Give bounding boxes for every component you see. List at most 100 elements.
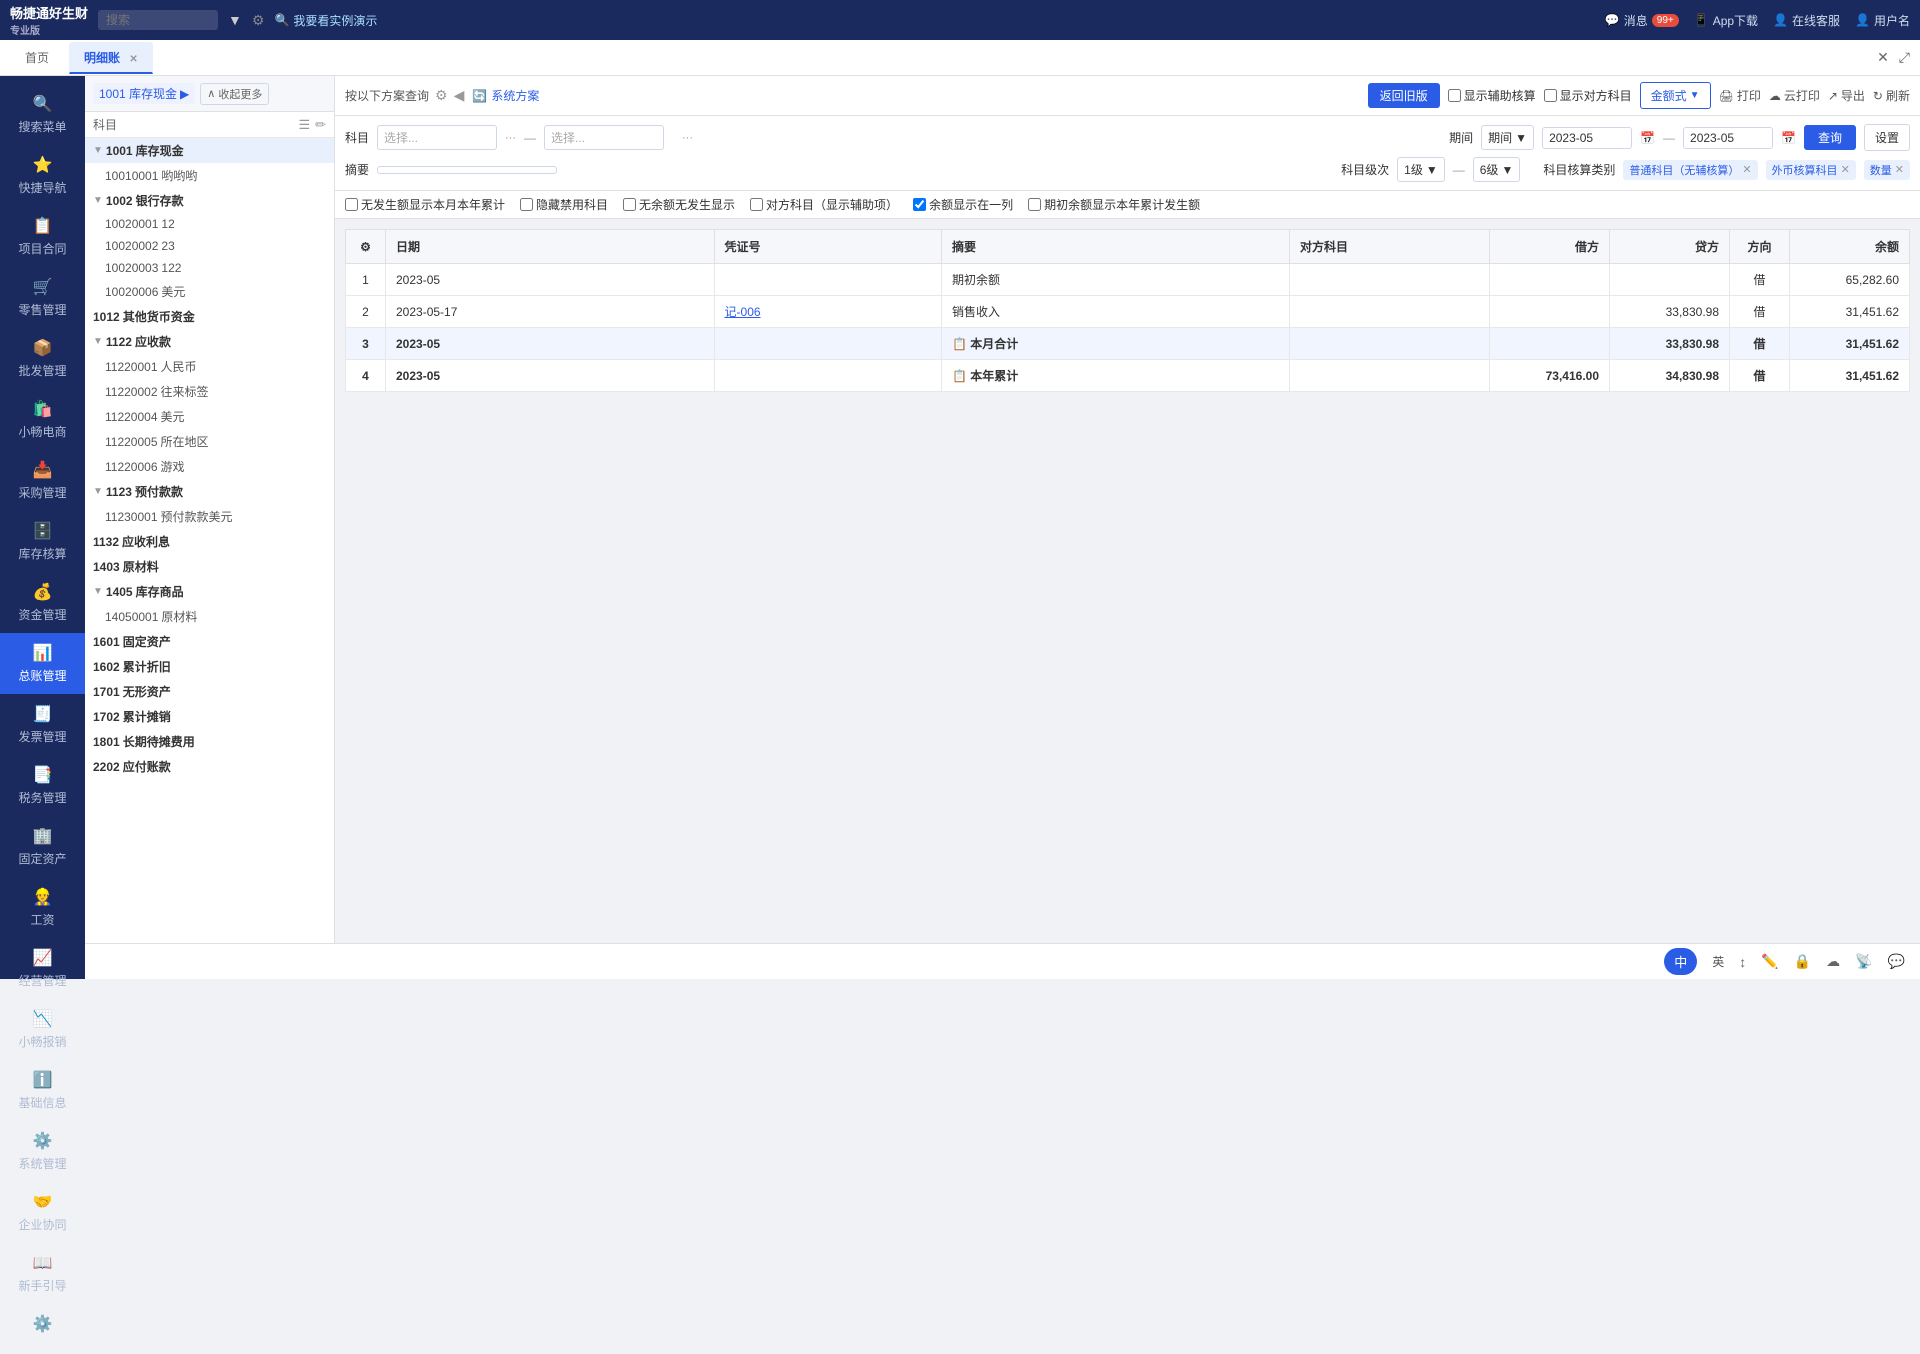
tree-item-10020006[interactable]: 10020006 美元	[85, 279, 334, 304]
sidebar-item-wholesale[interactable]: 📦 批发管理	[0, 328, 85, 389]
tree-item-10020002[interactable]: 10020002 23	[85, 235, 334, 257]
sidebar-item-search[interactable]: 🔍 搜索菜单	[0, 84, 85, 145]
check-no-balance2[interactable]: 无余额无发生显示	[623, 196, 735, 213]
check-balance-col[interactable]: 余额显示在一列	[913, 196, 1013, 213]
tree-list-icon[interactable]: ☰	[298, 117, 310, 133]
export-btn[interactable]: ↗ 导出	[1828, 87, 1865, 104]
zhaiyao-input[interactable]	[377, 166, 557, 174]
kmjici-end-select[interactable]: 6级 ▼	[1473, 157, 1521, 182]
window-close-btn[interactable]: ✕	[1877, 49, 1889, 66]
demo-link[interactable]: 🔍 我要看实例演示	[274, 12, 377, 29]
sidebar-item-collab[interactable]: 🤝 企业协同	[0, 1182, 85, 1243]
tree-item-11220001[interactable]: 11220001 人民币	[85, 354, 334, 379]
tree-item-10010001[interactable]: 10010001 哟哟哟	[85, 163, 334, 188]
kmjici-start-select[interactable]: 1级 ▼	[1397, 157, 1445, 182]
tag-remove-icon[interactable]: ✕	[1742, 163, 1751, 176]
refresh-btn[interactable]: ↻ 刷新	[1873, 87, 1910, 104]
tree-item-1403[interactable]: 1403 原材料	[85, 554, 334, 579]
more-btn[interactable]: ∧ 收起更多	[200, 83, 269, 105]
settings-icon[interactable]: ⚙	[435, 87, 448, 104]
en-label[interactable]: 英	[1712, 953, 1724, 970]
bottom-icon-3[interactable]: 🔒	[1794, 953, 1811, 970]
tree-item-11220006[interactable]: 11220006 游戏	[85, 454, 334, 479]
tree-item-1012[interactable]: 1012 其他货币资金	[85, 304, 334, 329]
tree-item-10020001[interactable]: 10020001 12	[85, 213, 334, 235]
period-calendar-icon[interactable]: 📅	[1640, 131, 1655, 145]
tree-item-2202[interactable]: 2202 应付账款	[85, 754, 334, 779]
tab-home[interactable]: 首页	[10, 42, 64, 73]
kemu-input-start[interactable]: 选择...	[377, 125, 497, 150]
check-no-balance[interactable]: 无发生额显示本月本年累计	[345, 196, 505, 213]
period-start-input[interactable]: 2023-05	[1542, 127, 1632, 149]
bottom-icon-2[interactable]: ✏️	[1761, 953, 1778, 970]
global-search-input[interactable]	[98, 10, 218, 30]
sidebar-item-salary[interactable]: 👷 工资	[0, 877, 85, 938]
sidebar-item-basic[interactable]: ℹ️ 基础信息	[0, 1060, 85, 1121]
sidebar-item-project[interactable]: 📋 项目合同	[0, 206, 85, 267]
sidebar-item-quicknav[interactable]: ⭐ 快捷导航	[0, 145, 85, 206]
tree-item-11220002[interactable]: 11220002 往来标签	[85, 379, 334, 404]
tree-item-1123[interactable]: ▼ 1123 预付款款	[85, 479, 334, 504]
tree-item-14050001[interactable]: 14050001 原材料	[85, 604, 334, 629]
tree-item-1701[interactable]: 1701 无形资产	[85, 679, 334, 704]
tree-edit-icon[interactable]: ✏	[315, 117, 326, 133]
tree-item-1405[interactable]: ▼ 1405 库存商品	[85, 579, 334, 604]
bottom-icon-5[interactable]: 📡	[1855, 953, 1872, 970]
app-download-btn[interactable]: 📱 App下载	[1694, 12, 1758, 29]
tree-item-10020003[interactable]: 10020003 122	[85, 257, 334, 279]
sidebar-item-guide[interactable]: 📖 新手引导	[0, 1243, 85, 1304]
tag-remove-icon3[interactable]: ✕	[1895, 163, 1904, 176]
tree-item-1002[interactable]: ▼ 1002 银行存款	[85, 188, 334, 213]
back-to-old-btn[interactable]: 返回旧版	[1368, 83, 1440, 108]
cloud-print-btn[interactable]: ☁ 云打印	[1769, 87, 1820, 104]
sidebar-item-invoice[interactable]: 🧾 发票管理	[0, 694, 85, 755]
cn-en-switcher[interactable]: 中	[1664, 948, 1697, 975]
tree-item-11230001[interactable]: 11230001 预付款款美元	[85, 504, 334, 529]
tab-close-icon[interactable]: ✕	[129, 54, 137, 65]
sidebar-item-expense[interactable]: 📉 小畅报销	[0, 999, 85, 1060]
sidebar-item-funds[interactable]: 💰 资金管理	[0, 572, 85, 633]
tree-item-11220005[interactable]: 11220005 所在地区	[85, 429, 334, 454]
sidebar-item-operations[interactable]: 📈 经营管理	[0, 938, 85, 999]
online-service-btn[interactable]: 👤 在线客服	[1773, 12, 1840, 29]
check-contra[interactable]: 对方科目（显示辅助项）	[750, 196, 898, 213]
tree-item-1801[interactable]: 1801 长期待摊费用	[85, 729, 334, 754]
sidebar-item-tax[interactable]: 📑 税务管理	[0, 755, 85, 816]
print-btn[interactable]: 🖨 打印	[1719, 87, 1761, 104]
bottom-icon-6[interactable]: 💬	[1888, 953, 1905, 970]
tree-item-1132[interactable]: 1132 应收利息	[85, 529, 334, 554]
sidebar-item-ledger[interactable]: 📊 总账管理	[0, 633, 85, 694]
account-tag[interactable]: 1001 库存现金 ▶	[93, 83, 195, 104]
sidebar-item-system[interactable]: ⚙️ 系统管理	[0, 1121, 85, 1182]
check-opening[interactable]: 期初余额显示本年累计发生额	[1028, 196, 1200, 213]
bottom-icon-1[interactable]: ↕	[1739, 954, 1746, 970]
message-btn[interactable]: 💬 消息 99+	[1605, 12, 1679, 29]
check-hide-disabled[interactable]: 隐藏禁用科目	[520, 196, 608, 213]
kemu-input-end[interactable]: 选择...	[544, 125, 664, 150]
system-scheme-btn[interactable]: 系统方案	[491, 87, 539, 104]
sidebar-item-assets[interactable]: 🏢 固定资产	[0, 816, 85, 877]
voucher-link[interactable]: 记-006	[725, 305, 761, 319]
period-type-select[interactable]: 期间 ▼	[1481, 125, 1534, 150]
tree-item-11220004[interactable]: 11220004 美元	[85, 404, 334, 429]
show-contra-check[interactable]: 显示对方科目	[1544, 87, 1632, 104]
settings-page-btn[interactable]: 设置	[1864, 124, 1910, 151]
period-end-input[interactable]: 2023-05	[1683, 127, 1773, 149]
sidebar-item-ecommerce[interactable]: 🛍️ 小畅电商	[0, 389, 85, 450]
query-btn[interactable]: 查询	[1804, 125, 1856, 150]
tab-detail[interactable]: 明细账 ✕	[69, 42, 153, 74]
sidebar-item-purchase[interactable]: 📥 采购管理	[0, 450, 85, 511]
show-auxiliary-check[interactable]: 显示辅助核算	[1448, 87, 1536, 104]
tree-item-1702[interactable]: 1702 累计摊销	[85, 704, 334, 729]
collapse-filter-btn[interactable]: ◀	[454, 87, 465, 104]
period-end-calendar-icon[interactable]: 📅	[1781, 131, 1796, 145]
tree-item-1602[interactable]: 1602 累计折旧	[85, 654, 334, 679]
tree-item-1122[interactable]: ▼ 1122 应收款	[85, 329, 334, 354]
window-maximize-btn[interactable]: ⤢	[1899, 49, 1910, 66]
bottom-icon-4[interactable]: ☁	[1826, 953, 1840, 970]
tree-item-1001[interactable]: ▼ 1001 库存现金	[85, 138, 334, 163]
format-btn[interactable]: 金额式 ▼	[1640, 82, 1711, 109]
sidebar-item-inventory[interactable]: 🗄️ 库存核算	[0, 511, 85, 572]
tree-item-1601[interactable]: 1601 固定资产	[85, 629, 334, 654]
user-avatar[interactable]: 👤 用户名	[1855, 12, 1910, 29]
